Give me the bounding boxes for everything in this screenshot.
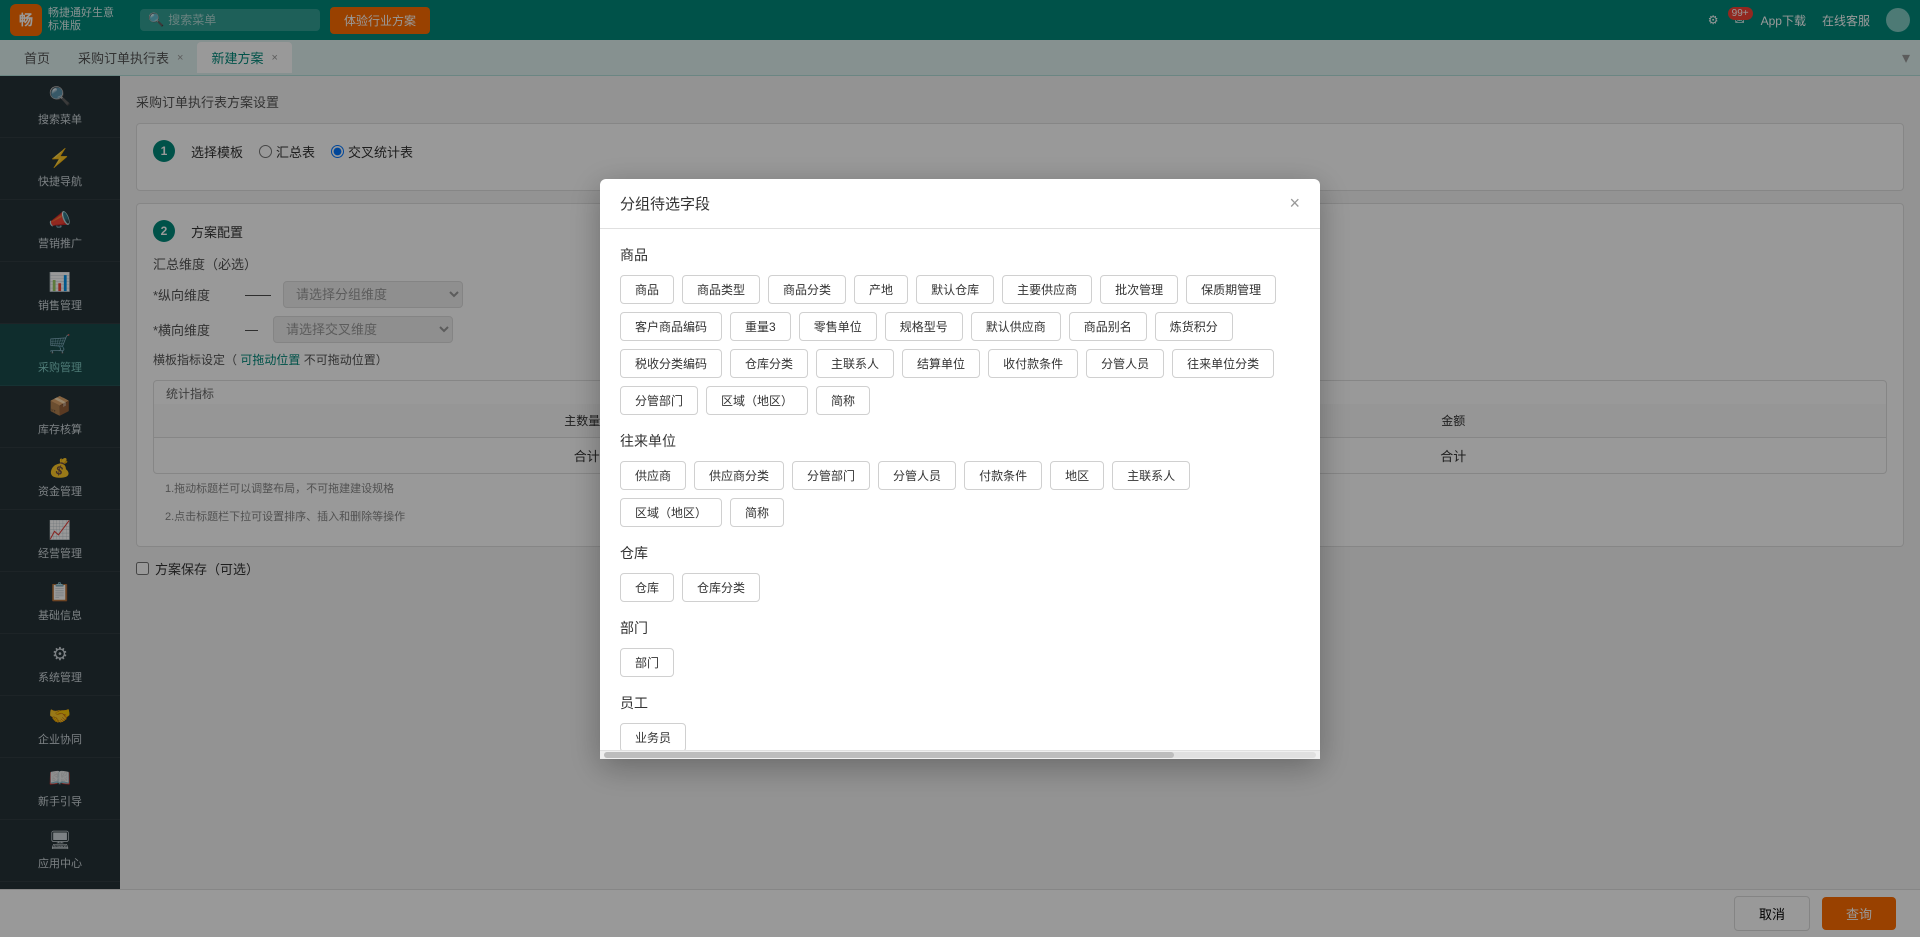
section-warehouse-fields: 仓库 仓库分类 — [620, 573, 1300, 602]
field-abbreviation[interactable]: 简称 — [816, 386, 870, 415]
modal-close-button[interactable]: × — [1289, 194, 1300, 212]
section-partner-fields: 供应商 供应商分类 分管部门 分管人员 付款条件 地区 主联系人 区域（地区） … — [620, 461, 1300, 527]
field-main-contact[interactable]: 主联系人 — [816, 349, 894, 378]
field-origin[interactable]: 产地 — [854, 275, 908, 304]
field-warehouse[interactable]: 仓库 — [620, 573, 674, 602]
field-payment-terms[interactable]: 收付款条件 — [988, 349, 1078, 378]
field-warehouse-category[interactable]: 仓库分类 — [730, 349, 808, 378]
field-select-modal: 分组待选字段 × 商品 商品 商品类型 商品分类 产地 默认仓库 主要供应商 批… — [600, 179, 1320, 759]
modal-overlay: 分组待选字段 × 商品 商品 商品类型 商品分类 产地 默认仓库 主要供应商 批… — [0, 0, 1920, 937]
field-abbrev2[interactable]: 简称 — [730, 498, 784, 527]
field-manage-person[interactable]: 分管人员 — [878, 461, 956, 490]
section-product-fields: 商品 商品类型 商品分类 产地 默认仓库 主要供应商 批次管理 保质期管理 客户… — [620, 275, 1300, 415]
field-dept[interactable]: 部门 — [620, 648, 674, 677]
modal-header: 分组待选字段 × — [600, 179, 1320, 229]
field-product[interactable]: 商品 — [620, 275, 674, 304]
field-customer-code[interactable]: 客户商品编码 — [620, 312, 722, 341]
section-warehouse-title: 仓库 — [620, 543, 1300, 563]
field-shelf-life[interactable]: 保质期管理 — [1186, 275, 1276, 304]
field-spec-model[interactable]: 规格型号 — [885, 312, 963, 341]
field-weight3[interactable]: 重量3 — [730, 312, 791, 341]
modal-body[interactable]: 商品 商品 商品类型 商品分类 产地 默认仓库 主要供应商 批次管理 保质期管理… — [600, 229, 1320, 751]
field-product-type[interactable]: 商品类型 — [682, 275, 760, 304]
field-partner-category[interactable]: 往来单位分类 — [1172, 349, 1274, 378]
field-retail-unit[interactable]: 零售单位 — [799, 312, 877, 341]
field-batch-mgmt[interactable]: 批次管理 — [1100, 275, 1178, 304]
field-supplier-category[interactable]: 供应商分类 — [694, 461, 784, 490]
field-main-contact2[interactable]: 主联系人 — [1112, 461, 1190, 490]
field-supervisor[interactable]: 分管人员 — [1086, 349, 1164, 378]
section-dept-title: 部门 — [620, 618, 1300, 638]
modal-hscrollbar[interactable] — [600, 750, 1320, 758]
field-salesperson[interactable]: 业务员 — [620, 723, 686, 751]
field-manage-dept[interactable]: 分管部门 — [792, 461, 870, 490]
section-employee-title: 员工 — [620, 693, 1300, 713]
field-refine-points[interactable]: 炼货积分 — [1155, 312, 1233, 341]
field-dept-supervisor[interactable]: 分管部门 — [620, 386, 698, 415]
field-area[interactable]: 地区 — [1050, 461, 1104, 490]
section-partner-title: 往来单位 — [620, 431, 1300, 451]
field-settlement-unit[interactable]: 结算单位 — [902, 349, 980, 378]
section-dept-fields: 部门 — [620, 648, 1300, 677]
field-warehouse-cat[interactable]: 仓库分类 — [682, 573, 760, 602]
modal-title: 分组待选字段 — [620, 193, 710, 214]
field-payment-condition[interactable]: 付款条件 — [964, 461, 1042, 490]
field-default-supplier[interactable]: 默认供应商 — [971, 312, 1061, 341]
field-region-area[interactable]: 区域（地区） — [706, 386, 808, 415]
field-product-category[interactable]: 商品分类 — [768, 275, 846, 304]
section-product-title: 商品 — [620, 245, 1300, 265]
field-default-warehouse[interactable]: 默认仓库 — [916, 275, 994, 304]
field-product-alias[interactable]: 商品别名 — [1069, 312, 1147, 341]
field-main-supplier[interactable]: 主要供应商 — [1002, 275, 1092, 304]
section-employee-fields: 业务员 — [620, 723, 1300, 751]
field-supplier[interactable]: 供应商 — [620, 461, 686, 490]
field-tax-code[interactable]: 税收分类编码 — [620, 349, 722, 378]
field-region2[interactable]: 区域（地区） — [620, 498, 722, 527]
